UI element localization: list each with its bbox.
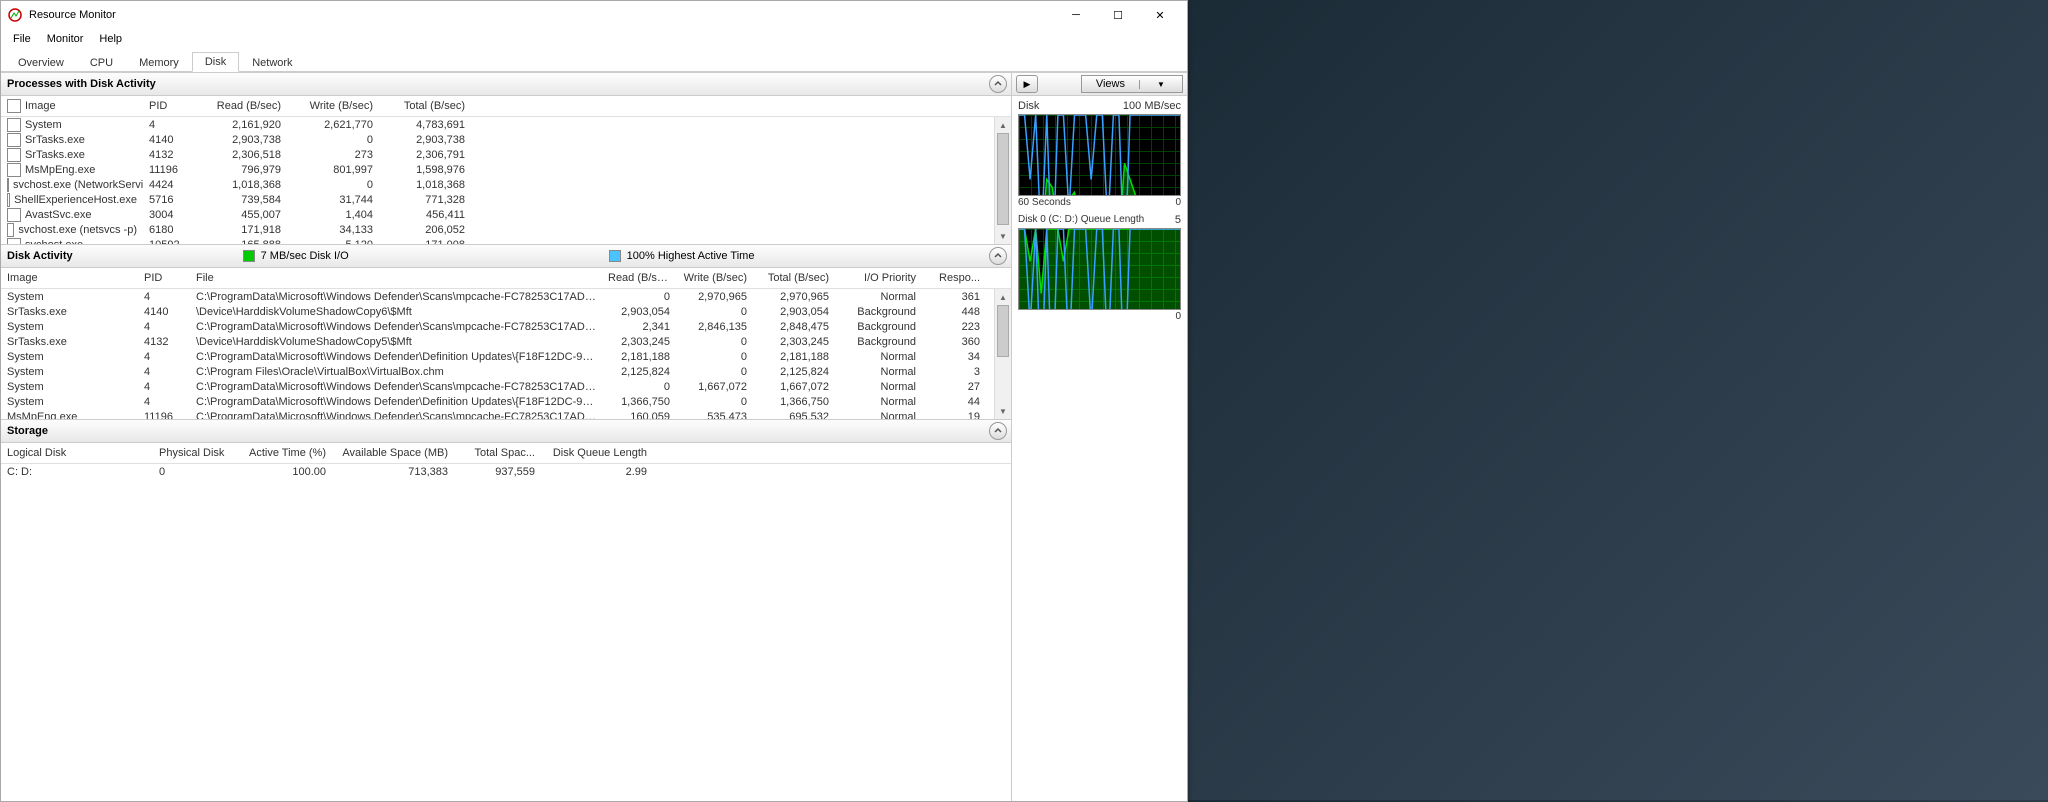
processes-list[interactable]: System42,161,9202,621,7704,783,691SrTask… — [1, 117, 1011, 244]
table-row[interactable]: System42,161,9202,621,7704,783,691 — [1, 117, 1011, 132]
minimize-button[interactable]: ─ — [1055, 1, 1097, 29]
table-row[interactable]: SrTasks.exe4132\Device\HarddiskVolumeSha… — [1, 334, 1011, 349]
queue-chart — [1018, 228, 1181, 310]
charts-sidebar: ▶ Views▼ Disk100 MB/sec 60 Seconds0 Disk… — [1012, 72, 1187, 801]
tab-overview[interactable]: Overview — [5, 53, 77, 72]
row-checkbox[interactable] — [7, 193, 10, 207]
collapse-sidebar-button[interactable]: ▶ — [1016, 75, 1038, 93]
table-row[interactable]: MsMpEng.exe11196796,979801,9971,598,976 — [1, 162, 1011, 177]
maximize-button[interactable]: ☐ — [1097, 1, 1139, 29]
tab-network[interactable]: Network — [239, 53, 305, 72]
app-icon — [7, 7, 23, 23]
storage-list[interactable]: C: D:0100.00713,383937,5592.99 — [1, 464, 1011, 801]
tab-memory[interactable]: Memory — [126, 53, 192, 72]
blue-square-icon — [609, 250, 621, 262]
chart-disk: Disk100 MB/sec 60 Seconds0 — [1018, 100, 1181, 208]
table-row[interactable]: ShellExperienceHost.exe5716739,58431,744… — [1, 192, 1011, 207]
table-row[interactable]: System4C:\ProgramData\Microsoft\Windows … — [1, 319, 1011, 334]
tab-cpu[interactable]: CPU — [77, 53, 126, 72]
tab-disk[interactable]: Disk — [192, 52, 239, 72]
table-row[interactable]: svchost.exe (netsvcs -p)6180171,91834,13… — [1, 222, 1011, 237]
menubar: File Monitor Help — [1, 29, 1187, 49]
panel-disk-activity-header[interactable]: Disk Activity 7 MB/sec Disk I/O 100% Hig… — [1, 244, 1011, 268]
table-row[interactable]: System4C:\ProgramData\Microsoft\Windows … — [1, 379, 1011, 394]
scrollbar[interactable]: ▲▼ — [994, 289, 1011, 419]
tab-strip: Overview CPU Memory Disk Network — [1, 49, 1187, 72]
panel-processes-header[interactable]: Processes with Disk Activity — [1, 72, 1011, 96]
table-row[interactable]: MsMpEng.exe11196C:\ProgramData\Microsoft… — [1, 409, 1011, 419]
collapse-icon[interactable] — [989, 75, 1007, 93]
row-checkbox[interactable] — [7, 133, 21, 147]
collapse-icon[interactable] — [989, 422, 1007, 440]
close-button[interactable]: ✕ — [1139, 1, 1181, 29]
panel-disk-activity: Disk Activity 7 MB/sec Disk I/O 100% Hig… — [1, 244, 1011, 419]
table-row[interactable]: SrTasks.exe41402,903,73802,903,738 — [1, 132, 1011, 147]
table-row[interactable]: SrTasks.exe4140\Device\HarddiskVolumeSha… — [1, 304, 1011, 319]
table-row[interactable]: System4C:\ProgramData\Microsoft\Windows … — [1, 349, 1011, 364]
processes-columns[interactable]: Image PID Read (B/sec) Write (B/sec) Tot… — [1, 96, 1011, 117]
menu-help[interactable]: Help — [91, 31, 130, 47]
scrollbar[interactable]: ▲▼ — [994, 117, 1011, 244]
panel-storage: Storage Logical Disk Physical Disk Activ… — [1, 419, 1011, 801]
window-title: Resource Monitor — [29, 9, 1055, 21]
row-checkbox[interactable] — [7, 208, 21, 222]
table-row[interactable]: System4C:\ProgramData\Microsoft\Windows … — [1, 289, 1011, 304]
menu-monitor[interactable]: Monitor — [39, 31, 92, 47]
storage-columns[interactable]: Logical Disk Physical Disk Active Time (… — [1, 443, 1011, 464]
disk-activity-list[interactable]: System4C:\ProgramData\Microsoft\Windows … — [1, 289, 1011, 419]
row-checkbox[interactable] — [7, 148, 21, 162]
row-checkbox[interactable] — [7, 178, 9, 192]
titlebar[interactable]: Resource Monitor ─ ☐ ✕ — [1, 1, 1187, 29]
chart-queue: Disk 0 (C: D:) Queue Length5 0 — [1018, 214, 1181, 322]
row-checkbox[interactable] — [7, 163, 21, 177]
row-checkbox[interactable] — [7, 118, 21, 132]
table-row[interactable]: System4C:\Program Files\Oracle\VirtualBo… — [1, 364, 1011, 379]
menu-file[interactable]: File — [5, 31, 39, 47]
table-row[interactable]: C: D:0100.00713,383937,5592.99 — [1, 464, 1011, 479]
table-row[interactable]: svchost.exe10592165,8885,120171,008 — [1, 237, 1011, 244]
select-all-checkbox[interactable] — [7, 99, 21, 113]
views-dropdown[interactable]: Views▼ — [1081, 75, 1183, 93]
panel-storage-header[interactable]: Storage — [1, 419, 1011, 443]
collapse-icon[interactable] — [989, 247, 1007, 265]
table-row[interactable]: SrTasks.exe41322,306,5182732,306,791 — [1, 147, 1011, 162]
panel-processes: Processes with Disk Activity Image PID R… — [1, 72, 1011, 244]
chevron-down-icon: ▼ — [1139, 80, 1182, 89]
table-row[interactable]: AvastSvc.exe3004455,0071,404456,411 — [1, 207, 1011, 222]
charts-toolbar: ▶ Views▼ — [1012, 72, 1187, 96]
green-square-icon — [243, 250, 255, 262]
row-checkbox[interactable] — [7, 223, 14, 237]
disk-activity-columns[interactable]: Image PID File Read (B/sec) Write (B/sec… — [1, 268, 1011, 289]
resource-monitor-window: Resource Monitor ─ ☐ ✕ File Monitor Help… — [0, 0, 1188, 802]
table-row[interactable]: svchost.exe (NetworkService -p)44241,018… — [1, 177, 1011, 192]
disk-chart — [1018, 114, 1181, 196]
table-row[interactable]: System4C:\ProgramData\Microsoft\Windows … — [1, 394, 1011, 409]
